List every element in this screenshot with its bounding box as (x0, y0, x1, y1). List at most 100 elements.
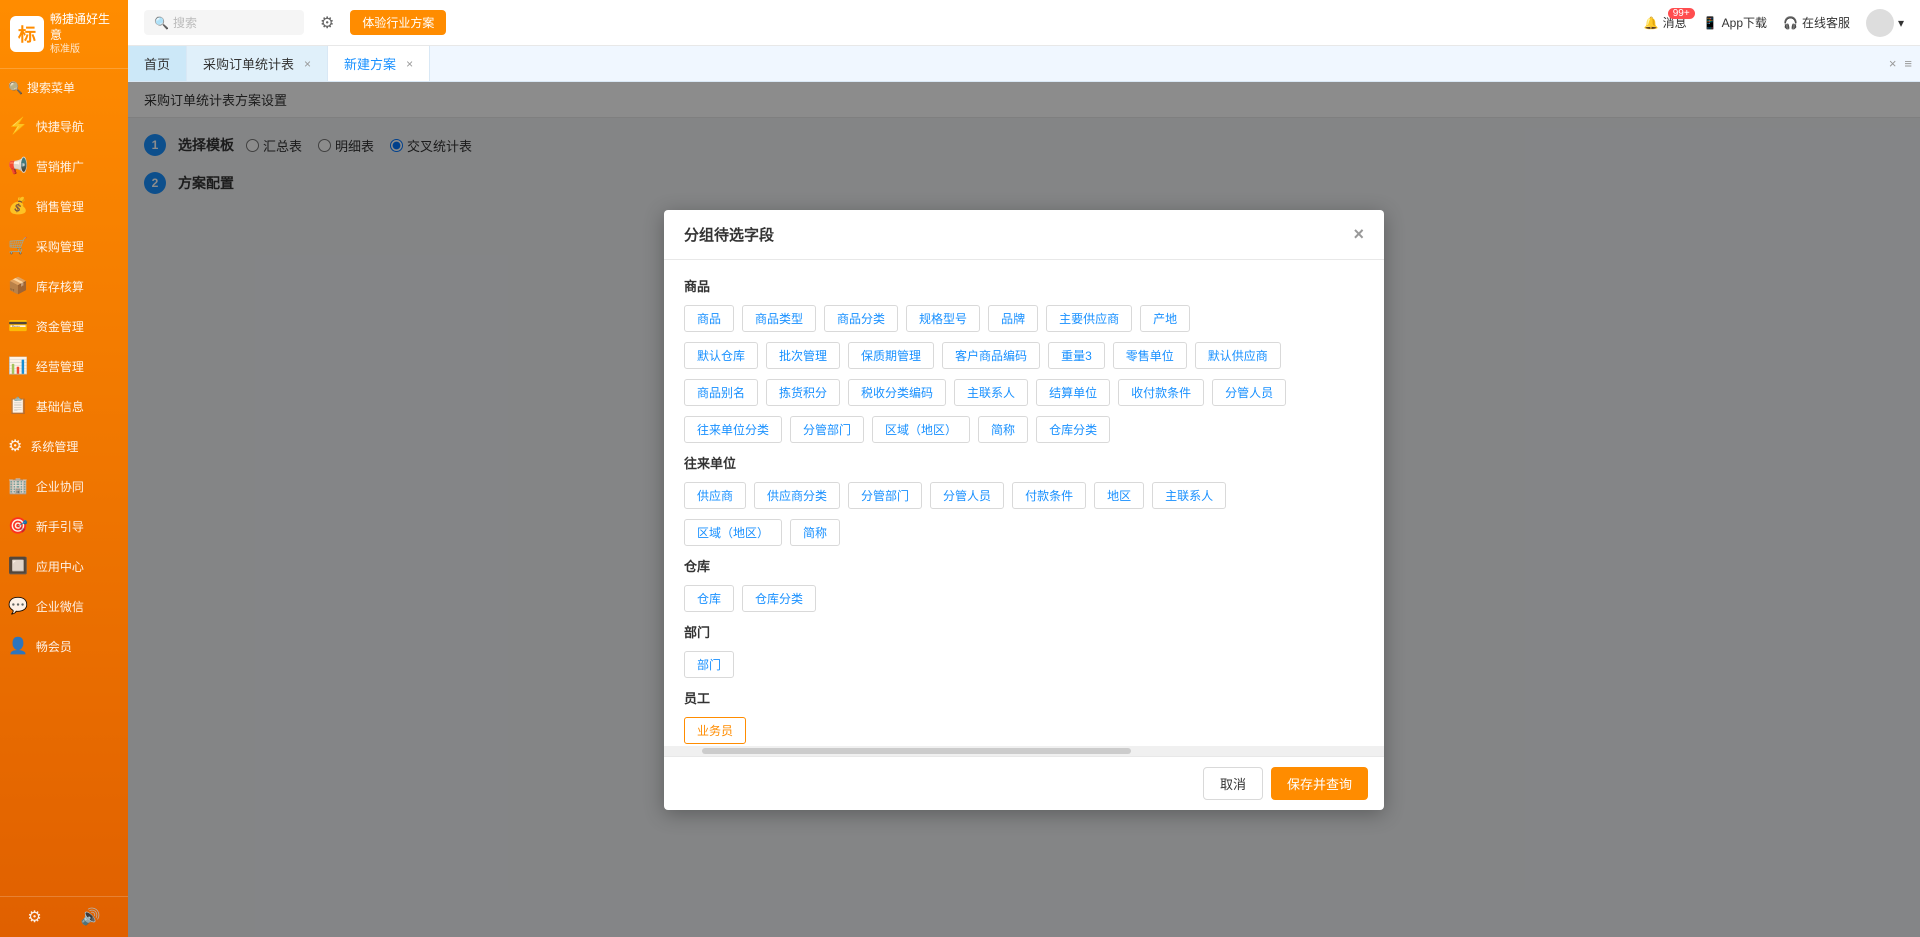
tag-short-name2[interactable]: 简称 (790, 519, 840, 546)
tag-brand[interactable]: 品牌 (988, 305, 1038, 332)
tag-main-contact2[interactable]: 主联系人 (1152, 482, 1226, 509)
settings-bottom-icon[interactable]: ⚙ (27, 907, 41, 927)
tag-dept2[interactable]: 分管部门 (848, 482, 922, 509)
sidebar-item-purchase[interactable]: 🛒 采购管理 (0, 226, 128, 266)
sidebar-item-operations[interactable]: 📊 经营管理 (0, 346, 128, 386)
section-title-warehouse: 仓库 (684, 556, 1364, 575)
sidebar-item-sales[interactable]: 💰 销售管理 (0, 186, 128, 226)
modal: 分组待选字段 × 商品 商品 商品类型 商品分类 规格型号 品牌 主要供应商 产… (664, 210, 1384, 810)
section-title-product: 商品 (684, 276, 1364, 295)
tag-product-category[interactable]: 商品分类 (824, 305, 898, 332)
sidebar-item-app-center[interactable]: 🔲 应用中心 (0, 546, 128, 586)
purchase-icon: 🛒 (8, 236, 28, 256)
tag-salesperson[interactable]: 业务员 (684, 717, 746, 744)
tab-purchase-stats[interactable]: 采购订单统计表 × (187, 46, 328, 81)
sidebar-item-marketing[interactable]: 📢 营销推广 (0, 146, 128, 186)
modal-close-btn[interactable]: × (1353, 224, 1364, 245)
cancel-button[interactable]: 取消 (1203, 767, 1263, 800)
tag-main-contact[interactable]: 主联系人 (954, 379, 1028, 406)
sidebar-item-inventory[interactable]: 📦 库存核算 (0, 266, 128, 306)
tag-product[interactable]: 商品 (684, 305, 734, 332)
tag-origin[interactable]: 产地 (1140, 305, 1190, 332)
tag-settlement-unit[interactable]: 结算单位 (1036, 379, 1110, 406)
tag-shelf-life[interactable]: 保质期管理 (848, 342, 934, 369)
sales-icon: 💰 (8, 196, 28, 216)
tag-spec-model[interactable]: 规格型号 (906, 305, 980, 332)
tag-product-alias[interactable]: 商品别名 (684, 379, 758, 406)
close-purchase-stats-tab[interactable]: × (304, 57, 311, 71)
tag-region[interactable]: 区域（地区） (872, 416, 970, 443)
sidebar-item-member[interactable]: 👤 畅会员 (0, 626, 128, 666)
topbar-right: 🔔 消息 99+ 📱 App下载 🎧 在线客服 ▾ (1644, 9, 1904, 37)
tag-tax-code[interactable]: 税收分类编码 (848, 379, 946, 406)
audio-bottom-icon[interactable]: 🔊 (81, 907, 101, 927)
tag-batch-mgmt[interactable]: 批次管理 (766, 342, 840, 369)
tag-region2[interactable]: 区域（地区） (684, 519, 782, 546)
tag-supervisor[interactable]: 分管人员 (1212, 379, 1286, 406)
tag-area[interactable]: 地区 (1094, 482, 1144, 509)
tag-pick-points[interactable]: 拣货积分 (766, 379, 840, 406)
tag-payment-cond[interactable]: 付款条件 (1012, 482, 1086, 509)
section-title-counterpart: 往来单位 (684, 453, 1364, 472)
close-new-solution-tab[interactable]: × (406, 57, 413, 71)
tabbar: 首页 采购订单统计表 × 新建方案 × × ≡ (128, 46, 1920, 82)
logo-icon: 标 (10, 16, 44, 52)
avatar (1866, 9, 1894, 37)
tag-payment-terms[interactable]: 收付款条件 (1118, 379, 1204, 406)
notification-btn[interactable]: 🔔 消息 99+ (1644, 14, 1687, 31)
enterprise-icon: 🏢 (8, 476, 28, 496)
tab-new-solution[interactable]: 新建方案 × (328, 46, 430, 81)
product-tags-3: 商品别名 拣货积分 税收分类编码 主联系人 结算单位 收付款条件 分管人员 (684, 379, 1364, 406)
app-download-icon: 📱 (1703, 16, 1718, 30)
department-tags: 部门 (684, 651, 1364, 678)
sidebar-search[interactable]: 🔍 搜索菜单 (0, 69, 128, 106)
app-download-btn[interactable]: 📱 App下载 (1703, 14, 1767, 31)
member-icon: 👤 (8, 636, 28, 656)
headset-icon: 🎧 (1783, 16, 1798, 30)
sidebar-item-finance[interactable]: 💳 资金管理 (0, 306, 128, 346)
confirm-button[interactable]: 保存并查询 (1271, 767, 1368, 800)
modal-footer: 取消 保存并查询 (664, 756, 1384, 810)
tag-supervisor2[interactable]: 分管人员 (930, 482, 1004, 509)
tab-home[interactable]: 首页 (128, 46, 187, 81)
tag-default-supplier[interactable]: 默认供应商 (1195, 342, 1281, 369)
sidebar-item-wecom[interactable]: 💬 企业微信 (0, 586, 128, 626)
search-icon: 🔍 (8, 81, 23, 95)
tag-product-type[interactable]: 商品类型 (742, 305, 816, 332)
sidebar-item-system[interactable]: ⚙ 系统管理 (0, 426, 128, 466)
modal-horizontal-scrollbar[interactable] (664, 746, 1384, 756)
tag-short-name[interactable]: 简称 (978, 416, 1028, 443)
tag-customer-code[interactable]: 客户商品编码 (942, 342, 1040, 369)
tag-default-warehouse[interactable]: 默认仓库 (684, 342, 758, 369)
tab-close-page-icon[interactable]: × (1889, 56, 1897, 71)
online-service-btn[interactable]: 🎧 在线客服 (1783, 14, 1850, 31)
notification-icon: 🔔 (1644, 16, 1659, 30)
tag-dept[interactable]: 分管部门 (790, 416, 864, 443)
tag-warehouse-cat[interactable]: 仓库分类 (1036, 416, 1110, 443)
hscroll-thumb[interactable] (702, 748, 1132, 754)
sidebar-item-base-info[interactable]: 📋 基础信息 (0, 386, 128, 426)
tag-retail-unit[interactable]: 零售单位 (1113, 342, 1187, 369)
user-avatar[interactable]: ▾ (1866, 9, 1904, 37)
sidebar-logo: 标 畅捷通好生意 标准版 (0, 0, 128, 69)
tag-warehouse-category[interactable]: 仓库分类 (742, 585, 816, 612)
sidebar-item-quick-nav[interactable]: ⚡ 快捷导航 (0, 106, 128, 146)
topbar: 🔍 搜索 ⚙ 体验行业方案 🔔 消息 99+ 📱 App下载 🎧 在线客服 ▾ (128, 0, 1920, 46)
tag-weight3[interactable]: 重量3 (1048, 342, 1105, 369)
tag-supplier[interactable]: 供应商 (684, 482, 746, 509)
tag-main-supplier[interactable]: 主要供应商 (1046, 305, 1132, 332)
product-tags-4: 往来单位分类 分管部门 区域（地区） 简称 仓库分类 (684, 416, 1364, 443)
gear-icon[interactable]: ⚙ (320, 13, 334, 33)
sidebar-item-enterprise[interactable]: 🏢 企业协同 (0, 466, 128, 506)
tag-department[interactable]: 部门 (684, 651, 734, 678)
sidebar-item-newbie[interactable]: 🎯 新手引导 (0, 506, 128, 546)
topbar-search-box[interactable]: 🔍 搜索 (144, 10, 304, 35)
modal-body[interactable]: 商品 商品 商品类型 商品分类 规格型号 品牌 主要供应商 产地 默认仓库 批次… (664, 260, 1384, 746)
app-center-icon: 🔲 (8, 556, 28, 576)
experience-btn[interactable]: 体验行业方案 (350, 10, 446, 35)
tab-menu-icon[interactable]: ≡ (1904, 56, 1912, 71)
search-icon: 🔍 (154, 16, 169, 30)
tag-counterpart-category[interactable]: 往来单位分类 (684, 416, 782, 443)
tag-warehouse[interactable]: 仓库 (684, 585, 734, 612)
tag-supplier-category[interactable]: 供应商分类 (754, 482, 840, 509)
